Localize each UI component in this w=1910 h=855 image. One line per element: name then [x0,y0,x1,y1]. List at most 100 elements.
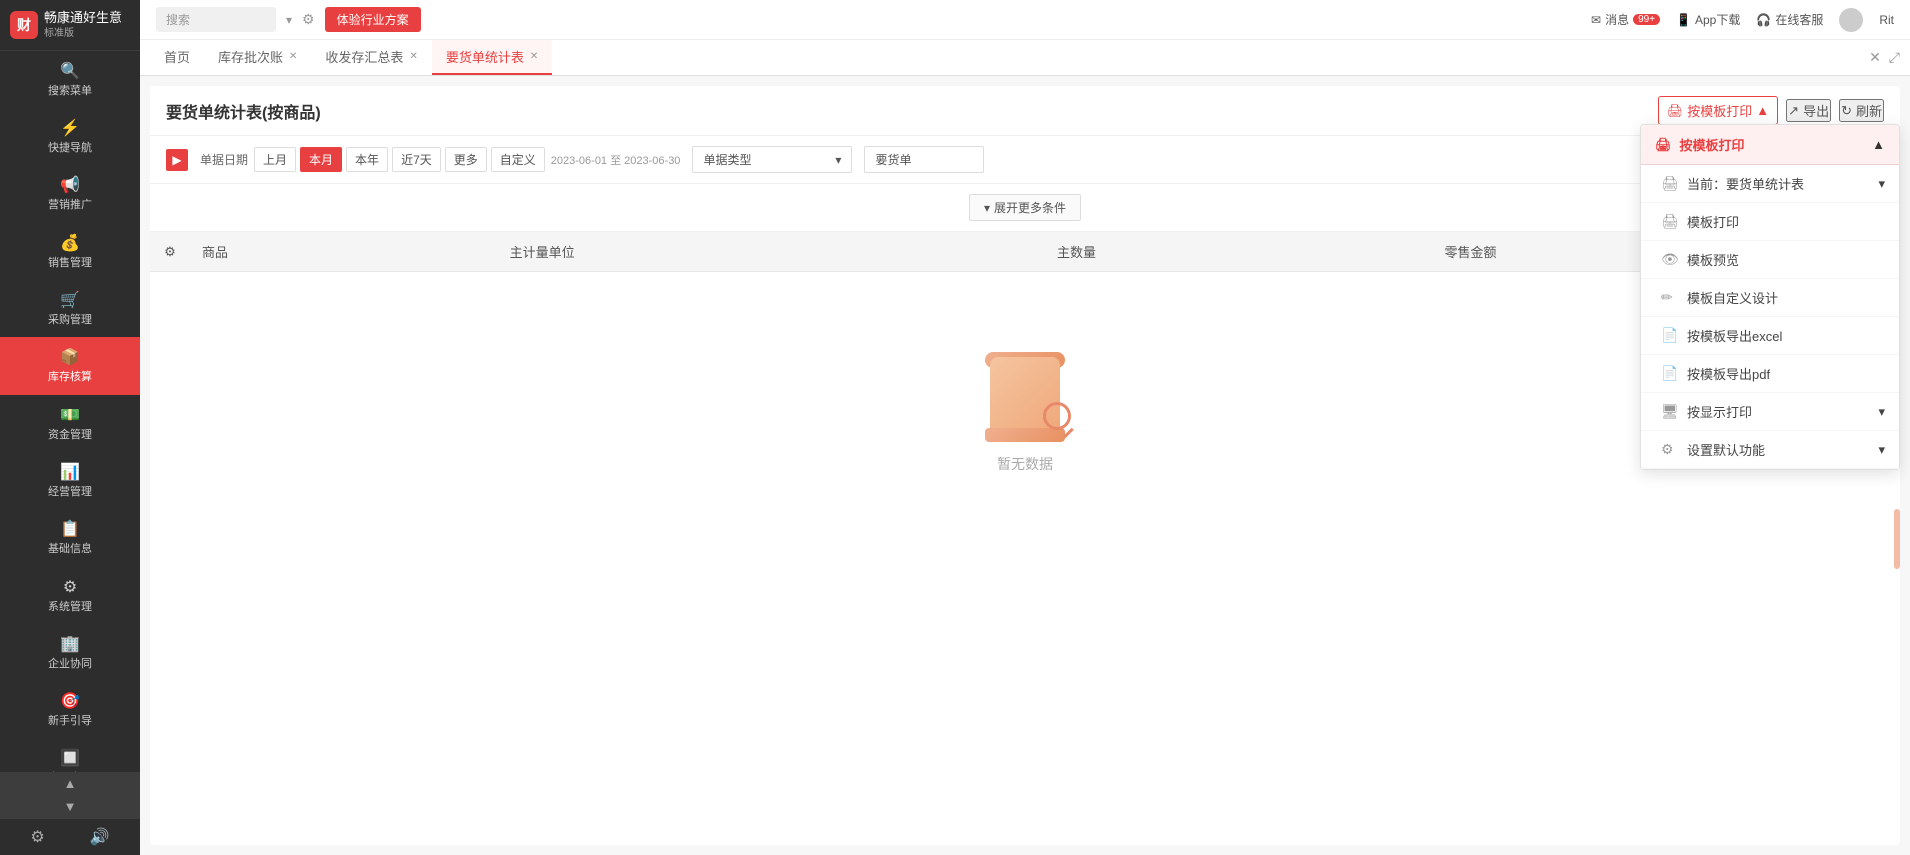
col-goods: 商品 [190,232,498,272]
refresh-btn[interactable]: ↻ 刷新 [1839,99,1884,122]
display-print-item[interactable]: 🖥 按显示打印 ▾ [1641,393,1899,431]
tab-order-stats[interactable]: 要货单统计表✕ [432,40,552,75]
template-export-pdf-icon: 📄 [1661,365,1677,382]
user-avatar[interactable] [1839,8,1863,32]
template-print-btn[interactable]: 🖨 按模板打印 ▲ [1658,96,1778,125]
logo-text: 畅康通好生意 标准版 [44,10,122,40]
sidebar-item-system[interactable]: ⚙ 系统管理 [0,567,140,624]
sidebar-label-search: 搜索菜单 [48,84,92,98]
sidebar-item-basic[interactable]: 📋 基础信息 [0,509,140,566]
close-window-btn[interactable]: ✕ [1869,49,1881,66]
quick-nav-icon: ⚡ [60,118,80,138]
page-header: 要货单统计表(按商品) 🖨 按模板打印 ▲ ↗ 导出 ↻ 刷新 [150,86,1900,136]
sidebar-scroll-up[interactable]: ▲ [0,772,140,795]
sidebar-item-finance[interactable]: 💵 资金管理 [0,395,140,452]
app-logo[interactable]: 财 畅康通好生意 标准版 [0,0,140,51]
dropdown-item-template-export-excel[interactable]: 📄 按模板导出excel [1641,317,1899,355]
date-btn-1[interactable]: 本月 [300,147,342,172]
sidebar-item-search[interactable]: 🔍 搜索菜单 [0,51,140,108]
sidebar-item-marketing[interactable]: 📢 营销推广 [0,165,140,222]
col-quantity: 主数量 [1045,232,1433,272]
dropdown-header[interactable]: 🖨 按模板打印 ▲ [1641,125,1899,165]
main-area: 搜索 ▾ ⚙ 体验行业方案 ✉ 消息 99+ 📱 App下载 🎧 在线客服 Ri… [140,0,1910,855]
goods-filter[interactable]: 要货单 [864,146,984,173]
tab-batch-account[interactable]: 库存批次账 ✕ [204,40,311,75]
sidebar-item-quick-nav[interactable]: ⚡ 快捷导航 [0,108,140,165]
scroll-hint[interactable] [1894,509,1900,569]
tab-receipt-summary[interactable]: 收发存汇总表✕ [311,40,431,75]
tab-close-batch-account[interactable]: ✕ [289,51,297,62]
date-btn-0[interactable]: 上月 [254,147,296,172]
basic-icon: 📋 [60,519,80,539]
tab-close-order-stats[interactable]: ✕ [530,51,538,62]
tab-label-batch-account: 库存批次账 [218,47,283,66]
sidebar-label-enterprise: 企业协同 [48,657,92,671]
expand-more-btn[interactable]: ▾ 展开更多条件 [969,194,1081,221]
tab-home[interactable]: 首页 [150,40,204,75]
printer-icon-header: 🖨 [1655,137,1672,153]
tab-close-receipt-summary[interactable]: ✕ [409,51,417,62]
dropdown-item-template-design[interactable]: ✏ 模板自定义设计 [1641,279,1899,317]
header-right: ✉ 消息 99+ 📱 App下载 🎧 在线客服 Rit [1591,8,1894,32]
date-filter-group: 单据日期 上月本月本年近7天更多自定义 2023-06-01 至 2023-06… [200,147,680,172]
template-design-label: 模板自定义设计 [1687,288,1778,307]
order-type-filter[interactable]: 单据类型 ▾ [692,146,852,173]
window-controls: ✕ ⤢ [1869,49,1900,66]
sales-icon: 💰 [60,233,80,253]
sidebar-item-sales[interactable]: 💰 销售管理 [0,223,140,280]
goods-label: 要货单 [875,151,911,168]
set-default-item[interactable]: ⚙ 设置默认功能 ▾ [1641,431,1899,469]
dropdown-item-template-print[interactable]: 🖨 模板打印 [1641,203,1899,241]
empty-text: 暂无数据 [997,454,1053,474]
sound-icon[interactable]: 🔊 [90,827,110,847]
sidebar-item-inventory[interactable]: 📦 库存核算 [0,337,140,394]
sidebar-label-sales: 销售管理 [48,256,92,270]
sidebar-scroll-down[interactable]: ▼ [0,795,140,818]
sidebar: 财 畅康通好生意 标准版 🔍 搜索菜单 ⚡ 快捷导航 📢 营销推广 💰 销售管理… [0,0,140,855]
page: 要货单统计表(按商品) 🖨 按模板打印 ▲ ↗ 导出 ↻ 刷新 [150,86,1900,845]
maximize-window-btn[interactable]: ⤢ [1889,49,1900,66]
trial-button[interactable]: 体验行业方案 [325,7,421,32]
service-icon: 🎧 [1756,13,1771,27]
table-container: ⚙商品主计量单位主数量零售金额 [150,232,1900,845]
date-btn-5[interactable]: 自定义 [491,147,545,172]
message-badge: 99+ [1633,14,1660,25]
expand-more-bar: ▾ 展开更多条件 [150,184,1900,232]
sidebar-item-purchase[interactable]: 🛒 采购管理 [0,280,140,337]
sidebar-label-guide: 新手引导 [48,714,92,728]
dropdown-current-item[interactable]: 🖨 当前：要货单统计表 ▾ [1641,165,1899,203]
col-settings[interactable]: ⚙ [150,232,190,272]
sidebar-item-guide[interactable]: 🎯 新手引导 [0,681,140,738]
online-service-btn[interactable]: 🎧 在线客服 [1756,11,1823,28]
sidebar-item-enterprise[interactable]: 🏢 企业协同 [0,624,140,681]
date-btn-2[interactable]: 本年 [346,147,388,172]
logo-icon: 财 [10,11,38,39]
dropdown-item-template-export-pdf[interactable]: 📄 按模板导出pdf [1641,355,1899,393]
sidebar-item-app-center[interactable]: 🔲 应用中心 [0,738,140,772]
template-dropdown: 🖨 按模板打印 ▲ 🖨 当前：要货单统计表 ▾ 🖨 模板打印 👁 模板预览 ✏ … [1640,124,1900,470]
set-default-chevron: ▾ [1878,442,1885,458]
sidebar-nav: 🔍 搜索菜单 ⚡ 快捷导航 📢 营销推广 💰 销售管理 🛒 采购管理 📦 库存核… [0,51,140,772]
message-btn[interactable]: ✉ 消息 99+ [1591,11,1660,28]
export-icon: ↗ [1788,103,1799,119]
empty-illustration [975,352,1075,442]
download-icon: 📱 [1676,13,1691,27]
sidebar-item-operations[interactable]: 📊 经营管理 [0,452,140,509]
date-btn-4[interactable]: 更多 [445,147,487,172]
sidebar-label-quick-nav: 快捷导航 [48,141,92,155]
date-btn-3[interactable]: 近7天 [392,147,441,172]
refresh-icon: ↻ [1841,103,1852,119]
app-center-icon: 🔲 [60,748,80,768]
page-title: 要货单统计表(按商品) [166,99,321,123]
filter-bar: ▶ 单据日期 上月本月本年近7天更多自定义 2023-06-01 至 2023-… [150,136,1900,184]
header-gear-icon[interactable]: ⚙ [302,11,315,28]
expand-btn[interactable]: ▶ [166,149,188,171]
settings-icon[interactable]: ⚙ [30,827,44,847]
app-download-btn[interactable]: 📱 App下载 [1676,11,1740,28]
export-btn[interactable]: ↗ 导出 [1786,99,1831,122]
operations-icon: 📊 [60,462,80,482]
expand-more-icon: ▾ [984,201,990,215]
marketing-icon: 📢 [60,175,80,195]
header-dropdown[interactable]: ▾ [286,13,292,27]
dropdown-item-template-preview[interactable]: 👁 模板预览 [1641,241,1899,279]
